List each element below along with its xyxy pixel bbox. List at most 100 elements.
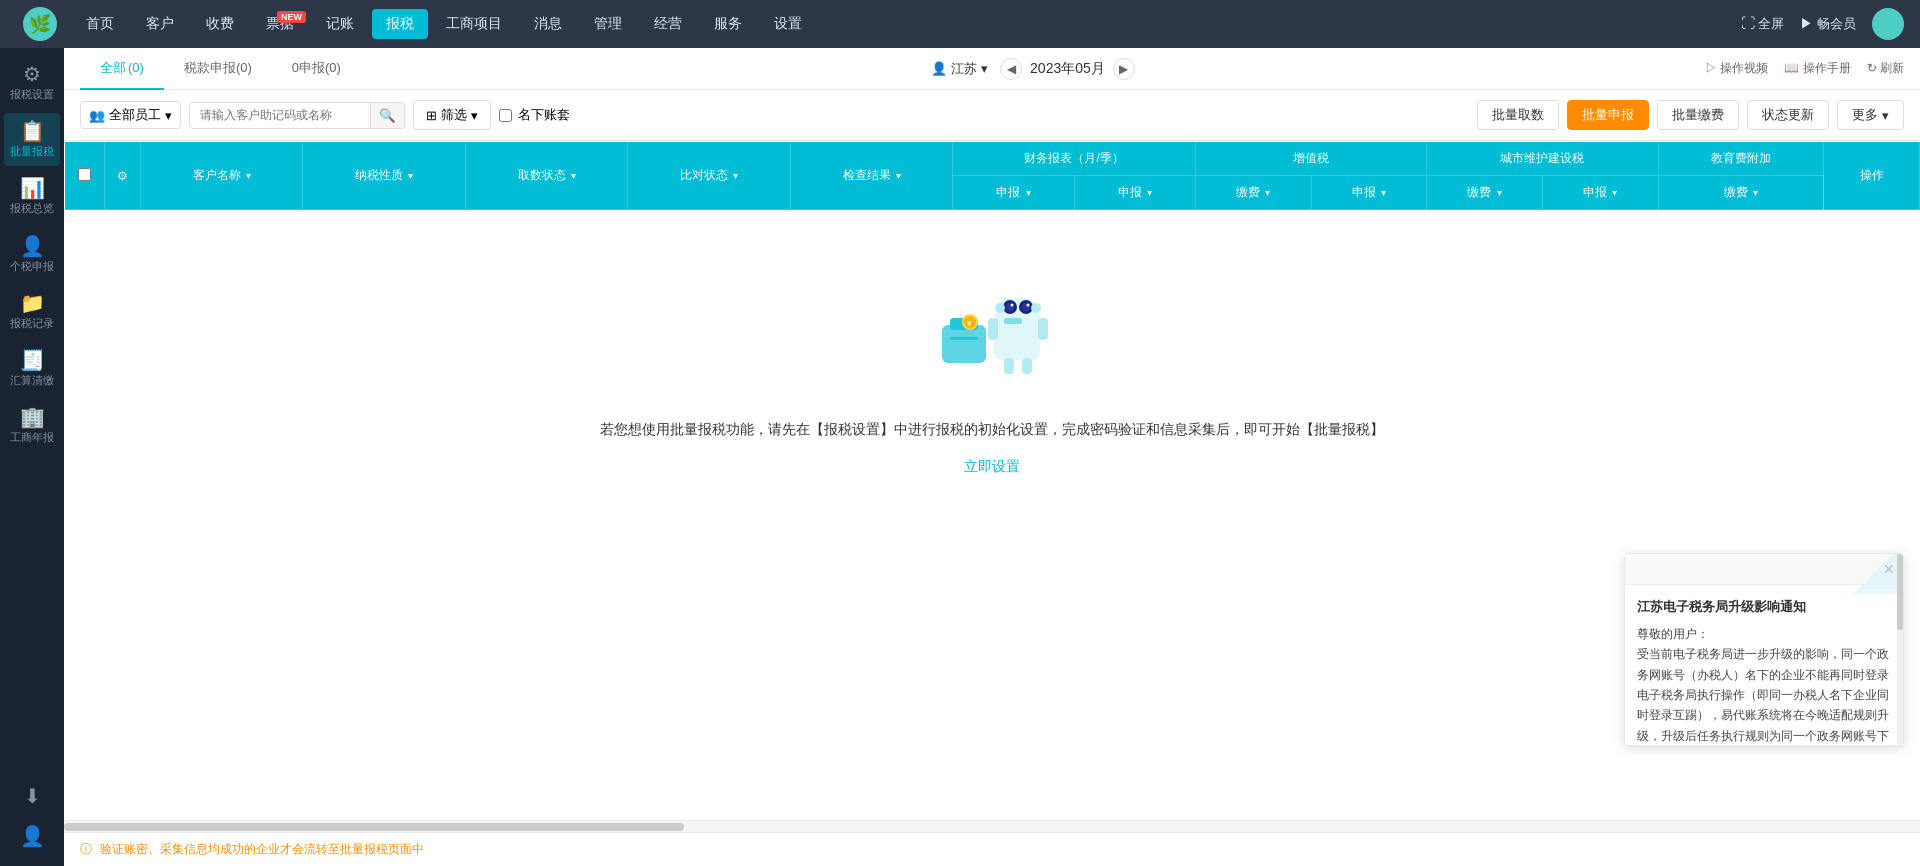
nav-services[interactable]: 服务: [700, 9, 756, 39]
search-input[interactable]: [190, 103, 370, 127]
horizontal-scrollbar[interactable]: [64, 820, 1920, 832]
refresh-btn[interactable]: ↻ 刷新: [1867, 60, 1904, 77]
empty-message: 若您想使用批量报税功能，请先在【报税设置】中进行报税的初始化设置，完成密码验证和…: [85, 417, 1900, 442]
right-actions: ▷ 操作视频 📖 操作手册 ↻ 刷新: [1705, 60, 1904, 77]
svg-rect-18: [1038, 318, 1048, 340]
tab-tax-declare[interactable]: 税款申报 (0): [164, 48, 272, 90]
scrollbar-thumb[interactable]: [64, 823, 684, 831]
batch-tax-icon: 📋: [20, 121, 45, 141]
filter-icon: ▾: [1612, 187, 1617, 198]
account-checkbox-label[interactable]: 名下账套: [499, 106, 570, 124]
nav-settings[interactable]: 设置: [760, 9, 816, 39]
filter-icon: ▾: [1147, 187, 1152, 198]
notification-popup: ✕ 江苏电子税务局升级影响通知 尊敬的用户： 受当前电子税务局进一步升级的影响，…: [1624, 553, 1904, 746]
sidebar-item-tax-records[interactable]: 📁 报税记录: [4, 285, 60, 338]
th-fetch-status: 取数状态 ▾: [465, 142, 627, 210]
notice-text: 验证账密、采集信息均成功的企业才会流转至批量报税页面中: [100, 841, 424, 858]
filter-button[interactable]: ⊞ 筛选 ▾: [413, 100, 491, 130]
app-logo[interactable]: 🌿: [16, 0, 64, 48]
filter-icon: ▾: [733, 170, 738, 181]
empty-state-cell: ¥: [65, 210, 1920, 537]
prev-month-btn[interactable]: ◀: [1000, 58, 1022, 80]
select-all-checkbox[interactable]: [78, 168, 91, 181]
region-date-bar: 👤 江苏 ▾ ◀ 2023年05月 ▶: [931, 58, 1135, 80]
annual-report-icon: 🏢: [20, 407, 45, 427]
chevron-down-icon: ▾: [1882, 108, 1889, 123]
nav-operations[interactable]: 经营: [640, 9, 696, 39]
more-btn[interactable]: 更多 ▾: [1837, 100, 1904, 130]
sidebar-item-annual-report[interactable]: 🏢 工商年报: [4, 399, 60, 452]
profile-icon: 👤: [20, 826, 45, 846]
sidebar-label-tax-settings: 报税设置: [10, 88, 54, 101]
filter-icon: ▾: [1497, 187, 1502, 198]
filter-icon: ▾: [1026, 187, 1031, 198]
svg-rect-17: [988, 318, 998, 340]
nav-invoice[interactable]: 票据 NEW: [252, 9, 308, 39]
sidebar-item-download[interactable]: ⬇: [4, 778, 60, 814]
nav-tax[interactable]: 报税: [372, 9, 428, 39]
sidebar-label-tax-records: 报税记录: [10, 317, 54, 330]
nav-fee[interactable]: 收费: [192, 9, 248, 39]
nav-items: 首页 客户 收费 票据 NEW 记账 报税 工商项目 消息 管理 经营 服务 设…: [72, 9, 1741, 39]
sidebar-label-tax-overview: 报税总览: [10, 202, 54, 215]
sidebar-item-personal-tax[interactable]: 👤 个税申报: [4, 228, 60, 281]
member-btn[interactable]: ▶ 畅会员: [1800, 15, 1856, 33]
sidebar-item-settlement[interactable]: 🧾 汇算清缴: [4, 342, 60, 395]
user-avatar[interactable]: [1872, 8, 1904, 40]
robot-svg: ¥: [932, 270, 1052, 390]
fullscreen-btn[interactable]: ⛶ 全屏: [1741, 15, 1785, 33]
top-right-actions: ⛶ 全屏 ▶ 畅会员: [1741, 8, 1904, 40]
sidebar-item-profile[interactable]: 👤: [4, 818, 60, 854]
notification-scrollbar[interactable]: [1897, 554, 1903, 745]
next-month-btn[interactable]: ▶: [1113, 58, 1135, 80]
batch-fetch-btn[interactable]: 批量取数: [1477, 100, 1559, 130]
person-icon: 👤: [931, 61, 947, 76]
filter-icon: ▾: [1381, 187, 1386, 198]
chevron-down-icon: ▾: [165, 108, 172, 123]
th-vat: 增值税: [1195, 142, 1426, 176]
th-edu-pay: 缴费 ▾: [1658, 176, 1824, 210]
status-update-btn[interactable]: 状态更新: [1747, 100, 1829, 130]
batch-declare-btn[interactable]: 批量申报: [1567, 100, 1649, 130]
batch-pay-btn[interactable]: 批量缴费: [1657, 100, 1739, 130]
nav-messages[interactable]: 消息: [520, 9, 576, 39]
th-fin-declare: 申报 ▾: [953, 176, 1074, 210]
sidebar-label-settlement: 汇算清缴: [10, 374, 54, 387]
notification-deco: [1843, 554, 1903, 594]
notification-scroll-thumb: [1897, 554, 1903, 631]
sidebar-item-tax-settings[interactable]: ⚙ 报税设置: [4, 56, 60, 109]
sidebar-item-batch-tax[interactable]: 📋 批量报税: [4, 113, 60, 166]
chevron-down-icon: ▾: [471, 108, 478, 123]
nav-manage[interactable]: 管理: [580, 9, 636, 39]
manual-btn[interactable]: 📖 操作手册: [1784, 60, 1850, 77]
search-button[interactable]: 🔍: [370, 103, 404, 128]
th-urban-pay: 缴费 ▾: [1427, 176, 1543, 210]
data-table: ⚙ 客户名称 ▾ 纳税性质 ▾ 取数状态 ▾: [64, 141, 1920, 536]
tab-all[interactable]: 全部 (0): [80, 48, 164, 90]
account-checkbox[interactable]: [499, 109, 512, 122]
sidebar-label-personal-tax: 个税申报: [10, 260, 54, 273]
th-tax-type: 纳税性质 ▾: [303, 142, 465, 210]
filter-icon: ▾: [896, 170, 901, 181]
video-tutorial-btn[interactable]: ▷ 操作视频: [1705, 60, 1768, 77]
th-vat-declare: 申报 ▾: [1074, 176, 1195, 210]
date-navigator: ◀ 2023年05月 ▶: [1000, 58, 1135, 80]
bottom-notice: ⓘ 验证账密、采集信息均成功的企业才会流转至批量报税页面中: [64, 832, 1920, 866]
svg-rect-0: [942, 325, 986, 363]
tax-overview-icon: 📊: [20, 178, 45, 198]
toolbar-right: 批量取数 批量申报 批量缴费 状态更新 更多 ▾: [1477, 100, 1904, 130]
filter-icon: ▾: [246, 170, 251, 181]
svg-point-13: [1027, 304, 1030, 307]
nav-home[interactable]: 首页: [72, 9, 128, 39]
employee-selector[interactable]: 👥 全部员工 ▾: [80, 101, 181, 129]
nav-client[interactable]: 客户: [132, 9, 188, 39]
sidebar-label-batch-tax: 批量报税: [10, 145, 54, 158]
th-operations: 操作: [1824, 142, 1920, 210]
region-selector[interactable]: 👤 江苏 ▾: [931, 60, 988, 78]
nav-business[interactable]: 工商项目: [432, 9, 516, 39]
sidebar-item-tax-overview[interactable]: 📊 报税总览: [4, 170, 60, 223]
svg-point-12: [1011, 304, 1014, 307]
tab-zero-declare[interactable]: 0申报 (0): [272, 48, 361, 90]
nav-accounting[interactable]: 记账: [312, 9, 368, 39]
setup-link[interactable]: 立即设置: [964, 458, 1020, 474]
